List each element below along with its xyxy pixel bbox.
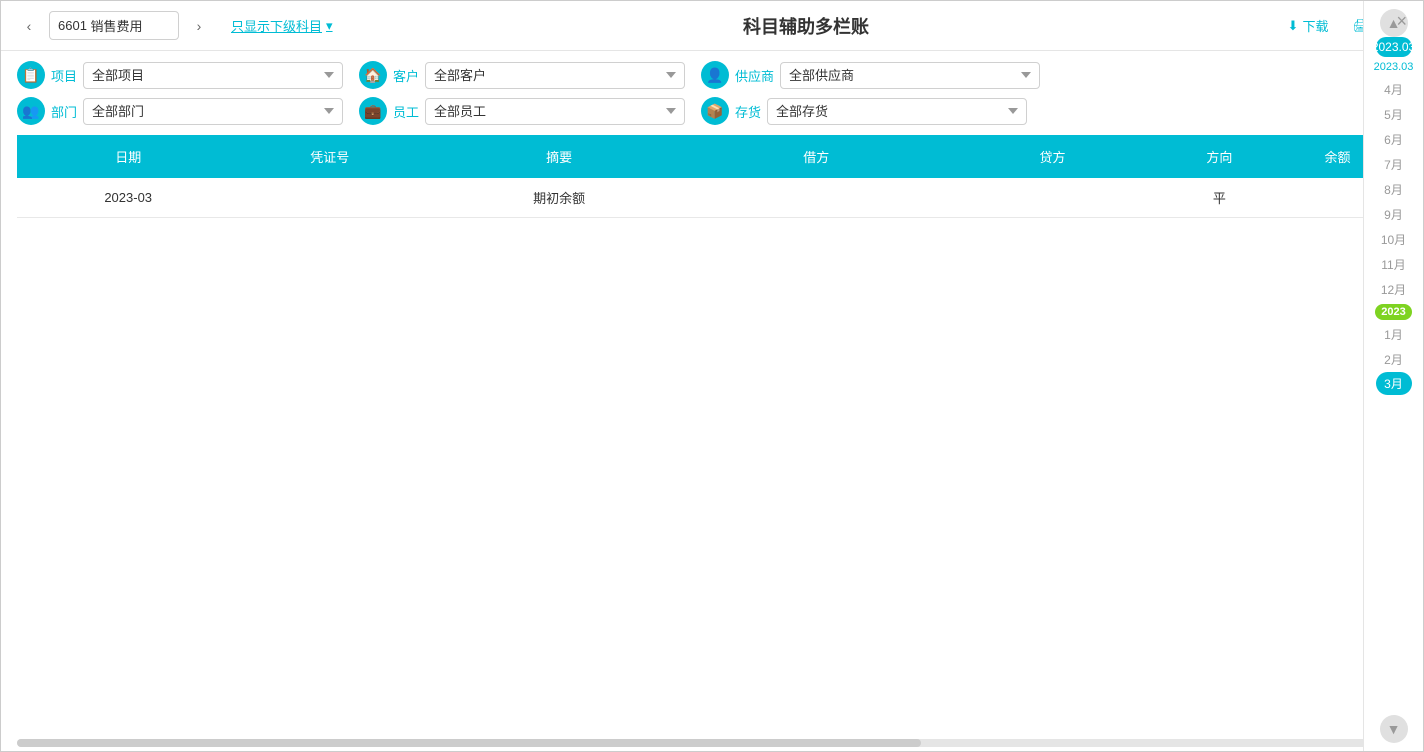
department-icon: 👥 (17, 97, 45, 125)
filter-row-1: 📋 项目 全部项目 🏠 客户 全部客户 👤 供应商 (17, 61, 1407, 89)
timeline-item-6[interactable]: 6月 (1364, 127, 1423, 152)
col-direction: 方向 (1171, 135, 1268, 178)
account-code-text: 6601 (58, 18, 87, 33)
cell-direction: 平 (1171, 178, 1268, 218)
department-label: 部门 (51, 102, 77, 121)
scroll-track[interactable] (17, 739, 1407, 747)
table-body: 2023-03 期初余额 平 (17, 178, 1407, 218)
account-name-text: 销售费用 (91, 16, 143, 35)
supplier-label: 供应商 (735, 66, 774, 85)
download-icon: ⬇ (1288, 18, 1299, 34)
inventory-filter: 📦 存货 全部存货 (701, 97, 1027, 125)
timeline-item-8[interactable]: 8月 (1364, 177, 1423, 202)
col-summary: 摘要 (420, 135, 698, 178)
timeline-item-2023-03-selected[interactable]: 2023.03 (1376, 37, 1412, 57)
timeline-item-2023-03[interactable]: 2023.03 (1364, 57, 1423, 77)
timeline-item-4[interactable]: 4月 (1364, 77, 1423, 102)
filter-area: 📋 项目 全部项目 🏠 客户 全部客户 👤 供应商 (1, 51, 1423, 135)
timeline-item-1[interactable]: 1月 (1364, 322, 1423, 347)
main-content: ‹ 6601 销售费用 › 只显示下级科目 ▾ 科目辅助多栏账 ⬇ 下载 🖨 打… (1, 1, 1423, 751)
timeline-item-12[interactable]: 12月 (1364, 277, 1423, 302)
year-badge-2023: 2023 (1375, 304, 1411, 320)
timeline-item-11[interactable]: 11月 (1364, 252, 1423, 277)
supplier-select[interactable]: 全部供应商 (780, 62, 1040, 89)
employee-icon: 💼 (359, 97, 387, 125)
cell-credit (934, 178, 1170, 218)
timeline-item-7[interactable]: 7月 (1364, 152, 1423, 177)
project-label: 项目 (51, 66, 77, 85)
chevron-down-icon: ▾ (326, 18, 333, 34)
show-sub-label: 只显示下级科目 (231, 16, 322, 35)
timeline-item-9[interactable]: 9月 (1364, 202, 1423, 227)
col-voucher: 凭证号 (239, 135, 420, 178)
customer-label: 客户 (393, 66, 419, 85)
filter-row-2: 👥 部门 全部部门 💼 员工 全部员工 📦 存货 (17, 97, 1407, 125)
page-title: 科目辅助多栏账 (341, 13, 1272, 39)
timeline-item-3-highlighted[interactable]: 3月 (1376, 372, 1412, 395)
cell-date: 2023-03 (17, 178, 239, 218)
inventory-label: 存货 (735, 102, 761, 121)
toolbar: ‹ 6601 销售费用 › 只显示下级科目 ▾ 科目辅助多栏账 ⬇ 下载 🖨 打… (1, 1, 1423, 51)
inventory-select[interactable]: 全部存货 (767, 98, 1027, 125)
scroll-thumb[interactable] (17, 739, 921, 747)
download-label: 下载 (1302, 16, 1328, 35)
cell-summary: 期初余额 (420, 178, 698, 218)
department-filter: 👥 部门 全部部门 (17, 97, 343, 125)
employee-label: 员工 (393, 102, 419, 121)
table-header-row: 日期 凭证号 摘要 借方 贷方 方向 余额 (17, 135, 1407, 178)
customer-select[interactable]: 全部客户 (425, 62, 685, 89)
close-button[interactable]: × (1396, 11, 1407, 32)
employee-filter: 💼 员工 全部员工 (359, 97, 685, 125)
timeline-down-button[interactable]: ▼ (1380, 715, 1408, 743)
col-date: 日期 (17, 135, 239, 178)
employee-select[interactable]: 全部员工 (425, 98, 685, 125)
horizontal-scrollbar[interactable] (1, 731, 1423, 751)
col-credit: 贷方 (934, 135, 1170, 178)
next-account-button[interactable]: › (187, 14, 211, 38)
timeline-item-2[interactable]: 2月 (1364, 347, 1423, 372)
supplier-filter: 👤 供应商 全部供应商 (701, 61, 1040, 89)
customer-icon: 🏠 (359, 61, 387, 89)
customer-filter: 🏠 客户 全部客户 (359, 61, 685, 89)
timeline-item-10[interactable]: 10月 (1364, 227, 1423, 252)
timeline-sidebar: ▲ 2023.03 2023.03 4月 5月 6月 7月 8月 9月 10月 … (1363, 1, 1423, 751)
project-select[interactable]: 全部项目 (83, 62, 343, 89)
supplier-icon: 👤 (701, 61, 729, 89)
download-button[interactable]: ⬇ 下载 (1280, 12, 1337, 39)
cell-voucher (239, 178, 420, 218)
inventory-icon: 📦 (701, 97, 729, 125)
project-icon: 📋 (17, 61, 45, 89)
col-debit: 借方 (698, 135, 934, 178)
show-sub-checkbox[interactable]: 只显示下级科目 ▾ (231, 16, 333, 35)
project-filter: 📋 项目 全部项目 (17, 61, 343, 89)
table-row: 2023-03 期初余额 平 (17, 178, 1407, 218)
ledger-table: 日期 凭证号 摘要 借方 贷方 方向 余额 2023-03 期初余额 平 (17, 135, 1407, 218)
cell-debit (698, 178, 934, 218)
prev-account-button[interactable]: ‹ (17, 14, 41, 38)
account-code-display: 6601 销售费用 (49, 11, 179, 40)
table-container: 日期 凭证号 摘要 借方 贷方 方向 余额 2023-03 期初余额 平 (1, 135, 1423, 731)
main-window: × ‹ 6601 销售费用 › 只显示下级科目 ▾ 科目辅助多栏账 ⬇ 下载 🖨… (0, 0, 1424, 752)
department-select[interactable]: 全部部门 (83, 98, 343, 125)
timeline-item-5[interactable]: 5月 (1364, 102, 1423, 127)
